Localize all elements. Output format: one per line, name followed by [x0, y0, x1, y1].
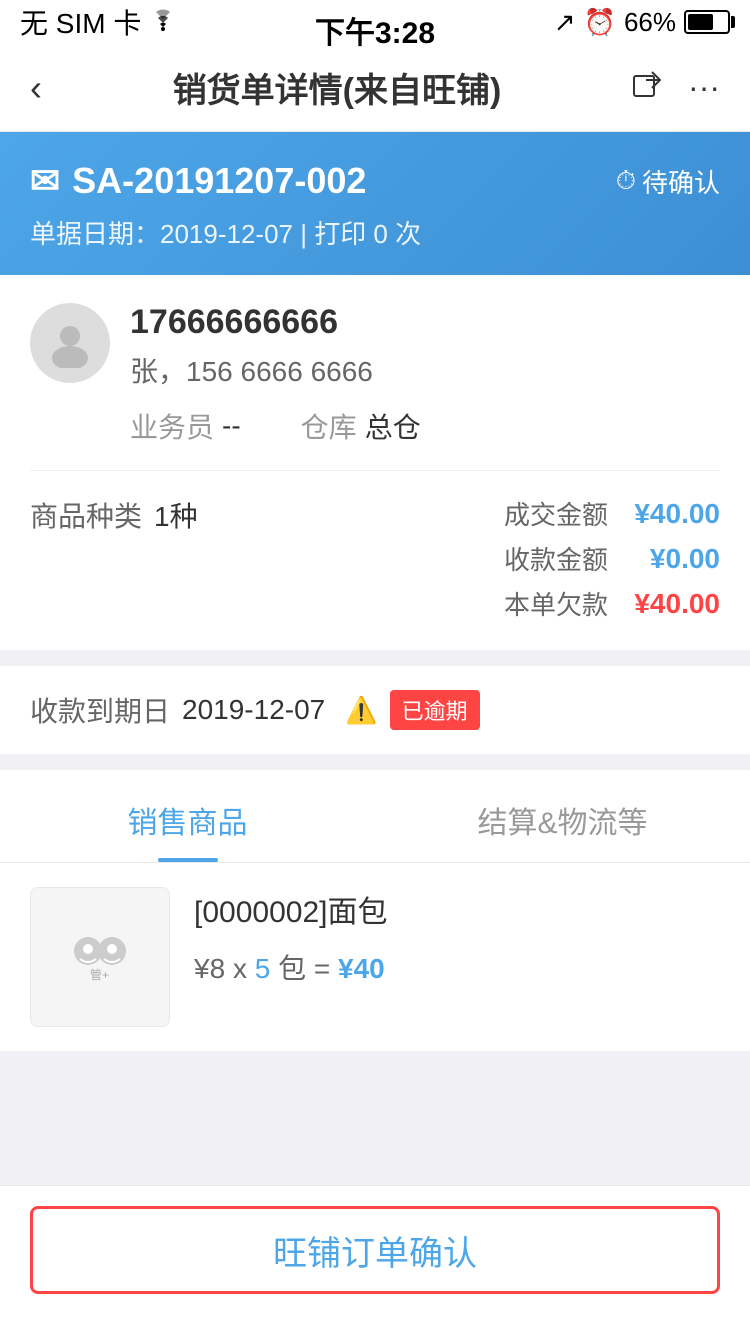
product-total: ¥40 — [338, 953, 385, 984]
status-left: 无 SIM 卡 — [20, 2, 177, 42]
amount-value: ¥40.00 — [620, 498, 720, 530]
product-thumbnail: 管+ — [30, 887, 170, 1027]
product-unit: 包 — [278, 953, 306, 984]
product-item: 管+ [0000002]面包 ¥8 x 5 包 = ¥40 — [30, 887, 720, 1027]
warehouse-value: 总仓 — [365, 406, 421, 446]
nav-actions: ··· — [632, 68, 720, 108]
owed-label: 本单欠款 — [488, 585, 608, 622]
price-value: ¥8 — [194, 953, 225, 984]
carrier-text: 无 SIM 卡 — [20, 2, 141, 42]
price-multiply: x — [233, 953, 255, 984]
more-icon[interactable]: ··· — [688, 69, 720, 106]
location-icon: ↗ — [554, 7, 576, 38]
product-price: ¥8 x 5 包 = ¥40 — [194, 947, 720, 987]
salesperson-value: -- — [222, 410, 241, 442]
overdue-label: 收款到期日 — [30, 690, 170, 730]
confirm-order-button[interactable]: 旺铺订单确认 — [30, 1206, 720, 1294]
battery-icon — [684, 10, 730, 34]
wifi-icon — [149, 6, 177, 38]
page-title: 销货单详情(来自旺铺) — [173, 63, 502, 112]
avatar — [30, 303, 110, 383]
order-meta: 单据日期：2019-12-07 | 打印 0 次 — [30, 214, 720, 251]
alarm-icon: ⏰ — [584, 7, 616, 38]
share-icon[interactable] — [632, 68, 664, 108]
product-thumb-logo: 管+ — [60, 921, 140, 993]
amount-row: 成交金额 ¥40.00 — [488, 495, 720, 532]
divider — [30, 470, 720, 471]
product-type: 商品种类 1种 — [30, 495, 198, 535]
overdue-date: 2019-12-07 — [182, 694, 325, 726]
order-status: ⏱ 待确认 — [616, 163, 720, 200]
warehouse-item: 仓库 总仓 — [301, 406, 421, 446]
battery-percent: 66% — [624, 7, 676, 38]
amount-label: 成交金额 — [488, 495, 608, 532]
status-clock-icon: ⏱ — [616, 165, 636, 197]
amount-summary: 成交金额 ¥40.00 收款金额 ¥0.00 本单欠款 ¥40.00 — [488, 495, 720, 622]
customer-card: 17666666666 张，156 6666 6666 业务员 -- 仓库 总仓… — [0, 275, 750, 650]
confirm-button-container: 旺铺订单确认 — [0, 1185, 750, 1334]
overdue-section: 收款到期日 2019-12-07 ⚠️ 已逾期 — [0, 666, 750, 754]
customer-name: 张，156 6666 6666 — [130, 350, 720, 390]
product-type-value: 1种 — [154, 495, 198, 535]
received-value: ¥0.00 — [620, 543, 720, 575]
overdue-badge: 已逾期 — [390, 690, 480, 730]
received-row: 收款金额 ¥0.00 — [488, 540, 720, 577]
product-type-label: 商品种类 — [30, 495, 142, 535]
salesperson-item: 业务员 -- — [130, 406, 241, 446]
order-icon: ✉ — [30, 160, 60, 202]
status-bar: 无 SIM 卡 下午3:28 ↗ ⏰ 66% — [0, 0, 750, 44]
customer-info: 17666666666 张，156 6666 6666 业务员 -- 仓库 总仓 — [130, 303, 720, 446]
tab-sales[interactable]: 销售商品 — [0, 770, 375, 862]
customer-section: 17666666666 张，156 6666 6666 业务员 -- 仓库 总仓 — [30, 303, 720, 446]
time-display: 下午3:28 — [315, 8, 435, 52]
overdue-warning-icon: ⚠️ — [345, 695, 377, 726]
warehouse-label: 仓库 — [301, 406, 357, 446]
tabs-header: 销售商品 结算&物流等 — [0, 770, 750, 863]
equals-sign: = — [314, 953, 338, 984]
nav-bar: ‹ 销货单详情(来自旺铺) ··· — [0, 44, 750, 132]
owed-row: 本单欠款 ¥40.00 — [488, 585, 720, 622]
tabs-section: 销售商品 结算&物流等 管+ — [0, 770, 750, 1051]
product-qty: 5 — [255, 953, 271, 984]
tab-settlement[interactable]: 结算&物流等 — [375, 770, 750, 862]
customer-meta: 业务员 -- 仓库 总仓 — [130, 406, 720, 446]
status-right: ↗ ⏰ 66% — [554, 7, 730, 38]
customer-phone: 17666666666 — [130, 303, 720, 342]
order-header: ✉ SA-20191207-002 ⏱ 待确认 单据日期：2019-12-07 … — [0, 132, 750, 275]
product-name: [0000002]面包 — [194, 887, 720, 931]
product-list: 管+ [0000002]面包 ¥8 x 5 包 = ¥40 — [0, 863, 750, 1051]
received-label: 收款金额 — [488, 540, 608, 577]
summary-section: 商品种类 1种 成交金额 ¥40.00 收款金额 ¥0.00 本单欠款 ¥40.… — [30, 495, 720, 622]
order-id: ✉ SA-20191207-002 — [30, 160, 366, 202]
salesperson-label: 业务员 — [130, 406, 214, 446]
product-info: [0000002]面包 ¥8 x 5 包 = ¥40 — [194, 887, 720, 987]
back-button[interactable]: ‹ — [30, 67, 42, 109]
svg-text:管+: 管+ — [90, 967, 109, 981]
owed-value: ¥40.00 — [620, 588, 720, 620]
